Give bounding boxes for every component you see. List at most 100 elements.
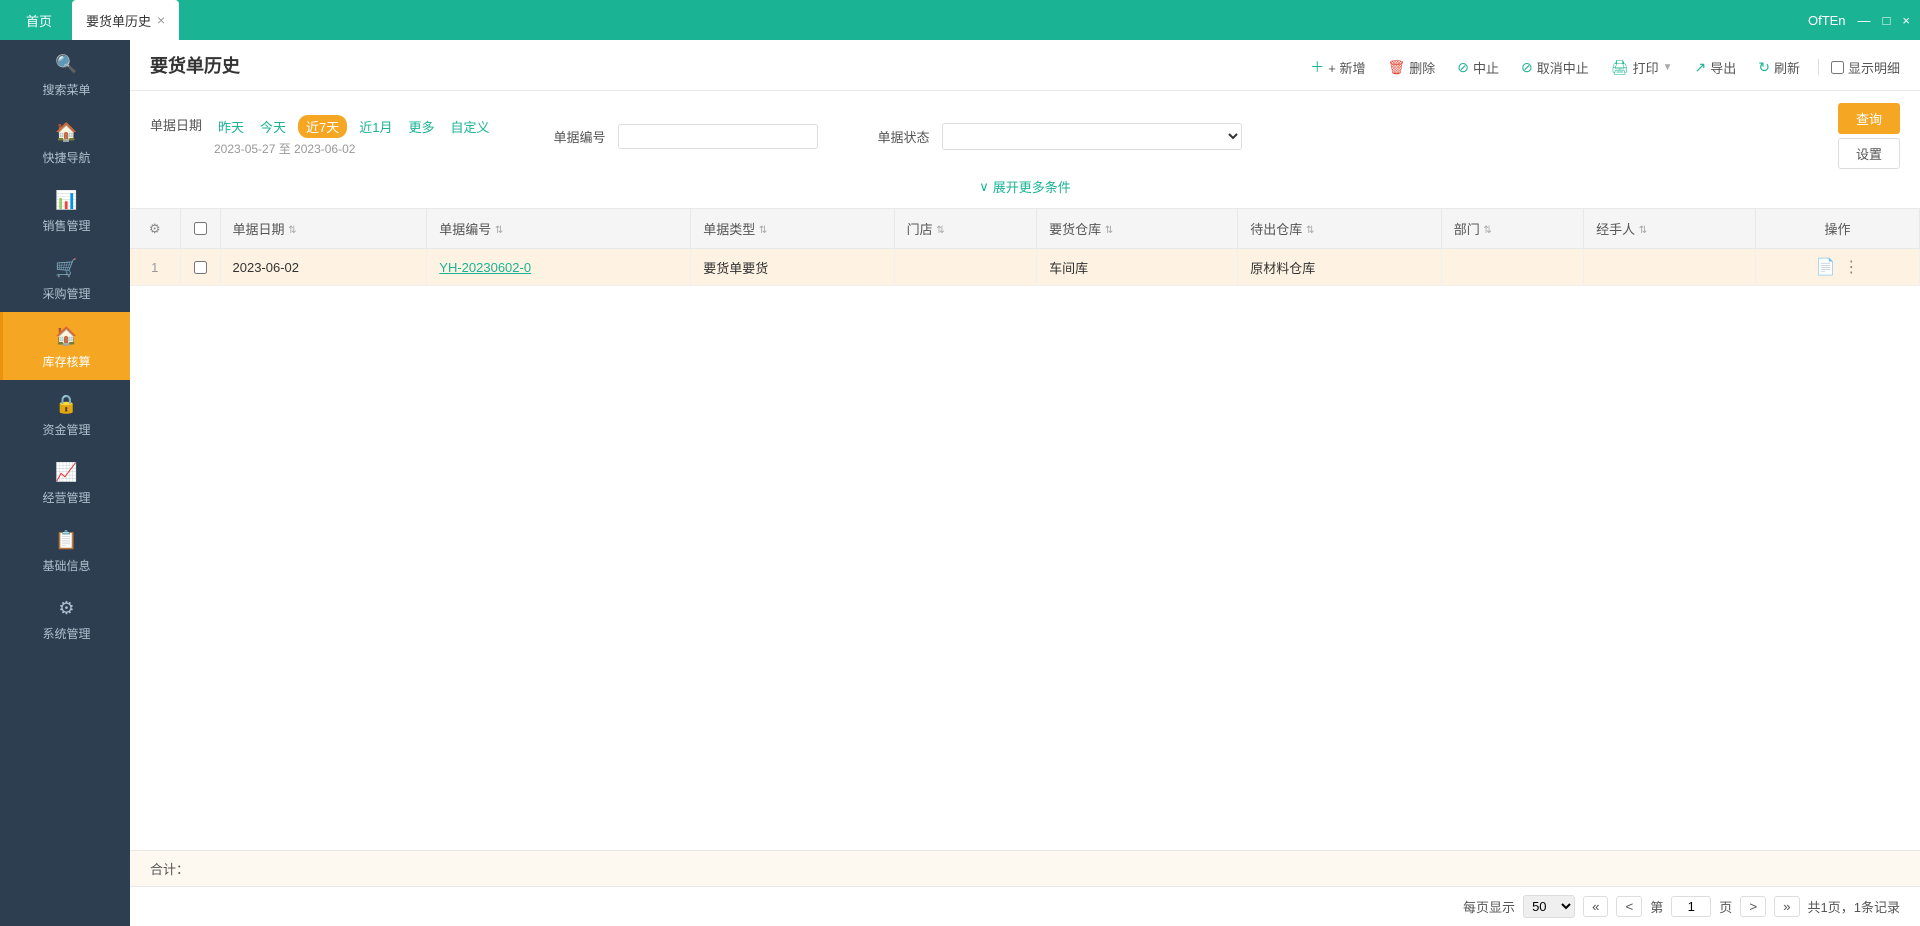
delete-button[interactable]: 🗑 删除 bbox=[1381, 54, 1441, 81]
select-all-checkbox-cell[interactable] bbox=[193, 222, 208, 235]
row-view-icon[interactable]: 📄 bbox=[1816, 259, 1836, 276]
cancel-stop-label: 取消中止 bbox=[1537, 58, 1589, 77]
row-date: 2023-06-02 bbox=[220, 249, 427, 286]
bill-no-input[interactable] bbox=[618, 124, 818, 149]
page-suffix: 页 bbox=[1719, 897, 1732, 916]
col-store[interactable]: 门店 ⇅ bbox=[894, 209, 1036, 249]
sidebar-item-operation[interactable]: 📈 经营管理 bbox=[0, 448, 130, 516]
date-btn-more[interactable]: 更多 bbox=[405, 115, 439, 138]
cancel-stop-button[interactable]: ⊘ 取消中止 bbox=[1515, 54, 1595, 81]
often-label: OfTEn bbox=[1808, 13, 1846, 28]
date-btn-custom[interactable]: 自定义 bbox=[447, 115, 494, 138]
print-button[interactable]: 🖨 打印 ▼ bbox=[1605, 54, 1679, 81]
prev-page-btn[interactable]: < bbox=[1616, 896, 1642, 917]
col-req-warehouse[interactable]: 要货仓库 ⇅ bbox=[1037, 209, 1238, 249]
date-btn-7days[interactable]: 近7天 bbox=[298, 115, 347, 138]
page-header: 要货单历史 ＋ + 新增 🗑 删除 ⊘ 中止 ⊘ 取消中止 bbox=[130, 40, 1920, 91]
col-dept[interactable]: 部门 ⇅ bbox=[1441, 209, 1583, 249]
display-grid-checkbox[interactable] bbox=[1831, 61, 1844, 74]
col-bill-no[interactable]: 单据编号 ⇅ bbox=[427, 209, 691, 249]
expand-more-btn[interactable]: ∨ 展开更多条件 bbox=[150, 177, 1900, 196]
sidebar-item-sales[interactable]: 📊 销售管理 bbox=[0, 176, 130, 244]
per-page-label: 每页显示 bbox=[1463, 897, 1515, 916]
data-table: ⚙ 单据日期 ⇅ 单据编号 ⇅ bbox=[130, 209, 1920, 286]
date-filter-label: 单据日期 bbox=[150, 115, 206, 134]
date-filter-group: 单据日期 昨天 今天 近7天 近1月 更多 自定义 2023-05-27 至 2… bbox=[150, 115, 494, 157]
date-filter-options: 昨天 今天 近7天 近1月 更多 自定义 2023-05-27 至 2023-0… bbox=[214, 115, 494, 157]
bill-status-select[interactable] bbox=[942, 123, 1242, 150]
last-page-btn[interactable]: » bbox=[1774, 896, 1799, 917]
setting-button[interactable]: 设置 bbox=[1838, 138, 1900, 169]
tab-active[interactable]: 要货单历史 × bbox=[72, 0, 179, 40]
col-dept-sort: ⇅ bbox=[1483, 225, 1491, 236]
gear-icon[interactable]: ⚙ bbox=[142, 221, 168, 237]
date-btn-today[interactable]: 今天 bbox=[256, 115, 290, 138]
row-actions: 📄 ⋮ bbox=[1755, 249, 1919, 286]
col-gear[interactable]: ⚙ bbox=[130, 209, 180, 249]
page-input[interactable] bbox=[1671, 896, 1711, 917]
sidebar-item-label-search: 搜索菜单 bbox=[42, 81, 90, 98]
col-handler[interactable]: 经手人 ⇅ bbox=[1584, 209, 1756, 249]
restore-icon[interactable]: □ bbox=[1883, 13, 1891, 28]
finance-icon: 🔒 bbox=[55, 394, 77, 415]
sidebar-item-search[interactable]: 🔍 搜索菜单 bbox=[0, 40, 130, 108]
top-bar-right: OfTEn — □ × bbox=[1808, 13, 1910, 28]
col-bill-type[interactable]: 单据类型 ⇅ bbox=[691, 209, 894, 249]
refresh-button[interactable]: ↻ 刷新 bbox=[1752, 54, 1806, 81]
refresh-label: 刷新 bbox=[1774, 58, 1800, 77]
sidebar-item-label-purchase: 采购管理 bbox=[42, 285, 90, 302]
action-buttons: 查询 设置 bbox=[1838, 103, 1900, 169]
row-checkbox[interactable] bbox=[194, 261, 207, 274]
delete-label: 删除 bbox=[1409, 58, 1435, 77]
bill-no-label: 单据编号 bbox=[554, 127, 610, 146]
first-page-btn[interactable]: « bbox=[1583, 896, 1608, 917]
col-bill-no-sort: ⇅ bbox=[495, 225, 503, 236]
tab-home[interactable]: 首页 bbox=[10, 0, 68, 40]
sidebar-item-inventory[interactable]: 🏠 库存核算 bbox=[0, 312, 130, 380]
col-pending-warehouse-sort: ⇅ bbox=[1306, 225, 1314, 236]
sidebar-item-basic[interactable]: 📋 基础信息 bbox=[0, 516, 130, 584]
toolbar-divider bbox=[1818, 59, 1819, 75]
stop-button[interactable]: ⊘ 中止 bbox=[1451, 54, 1505, 81]
display-grid-checkbox-label[interactable]: 显示明细 bbox=[1831, 58, 1900, 77]
print-icon: 🖨 bbox=[1611, 59, 1629, 76]
per-page-select[interactable]: 10 20 50 100 bbox=[1523, 895, 1575, 918]
toolbar: ＋ + 新增 🗑 删除 ⊘ 中止 ⊘ 取消中止 🖨 打印 bbox=[1304, 53, 1900, 89]
row-checkbox-cell[interactable] bbox=[180, 249, 220, 286]
col-pending-warehouse[interactable]: 待出仓库 ⇅ bbox=[1238, 209, 1441, 249]
filter-area: 单据日期 昨天 今天 近7天 近1月 更多 自定义 2023-05-27 至 2… bbox=[130, 91, 1920, 209]
select-all-checkbox[interactable] bbox=[194, 222, 207, 235]
query-button[interactable]: 查询 bbox=[1838, 103, 1900, 134]
sidebar-item-quick-nav[interactable]: 🏠 快捷导航 bbox=[0, 108, 130, 176]
main-layout: 🔍 搜索菜单 🏠 快捷导航 📊 销售管理 🛒 采购管理 🏠 库存核算 🔒 资金管… bbox=[0, 40, 1920, 926]
next-page-btn[interactable]: > bbox=[1740, 896, 1766, 917]
sidebar-item-finance[interactable]: 🔒 资金管理 bbox=[0, 380, 130, 448]
new-button[interactable]: ＋ + 新增 bbox=[1304, 53, 1371, 81]
row-bill-no-link[interactable]: YH-20230602-0 bbox=[439, 260, 531, 275]
row-bill-no[interactable]: YH-20230602-0 bbox=[427, 249, 691, 286]
sidebar-item-system[interactable]: ⚙ 系统管理 bbox=[0, 584, 130, 652]
table-body: 1 2023-06-02 YH-20230602-0 要货单要货 车间库 bbox=[130, 249, 1920, 286]
col-actions: 操作 bbox=[1755, 209, 1919, 249]
col-date[interactable]: 单据日期 ⇅ bbox=[220, 209, 427, 249]
filter-row-1: 单据日期 昨天 今天 近7天 近1月 更多 自定义 2023-05-27 至 2… bbox=[150, 103, 1900, 169]
tab-close-icon[interactable]: × bbox=[157, 12, 165, 28]
purchase-icon: 🛒 bbox=[55, 258, 77, 279]
sidebar-item-label-inventory: 库存核算 bbox=[42, 353, 90, 370]
date-btn-1month[interactable]: 近1月 bbox=[355, 115, 396, 138]
row-more-icon[interactable]: ⋮ bbox=[1843, 259, 1859, 276]
basic-icon: 📋 bbox=[55, 530, 77, 551]
minimize-icon[interactable]: — bbox=[1858, 13, 1871, 28]
system-icon: ⚙ bbox=[58, 598, 74, 619]
col-date-label: 单据日期 bbox=[233, 222, 285, 237]
display-grid-label-text: 显示明细 bbox=[1848, 58, 1900, 77]
col-dept-label: 部门 bbox=[1454, 222, 1480, 237]
sidebar-item-purchase[interactable]: 🛒 采购管理 bbox=[0, 244, 130, 312]
col-handler-label: 经手人 bbox=[1596, 222, 1635, 237]
col-date-sort: ⇅ bbox=[288, 225, 296, 236]
search-menu-icon: 🔍 bbox=[55, 54, 77, 75]
date-btn-yesterday[interactable]: 昨天 bbox=[214, 115, 248, 138]
total-label: 共1页，1条记录 bbox=[1808, 897, 1900, 916]
window-close-icon[interactable]: × bbox=[1902, 13, 1910, 28]
export-button[interactable]: ↗ 导出 bbox=[1688, 54, 1742, 81]
